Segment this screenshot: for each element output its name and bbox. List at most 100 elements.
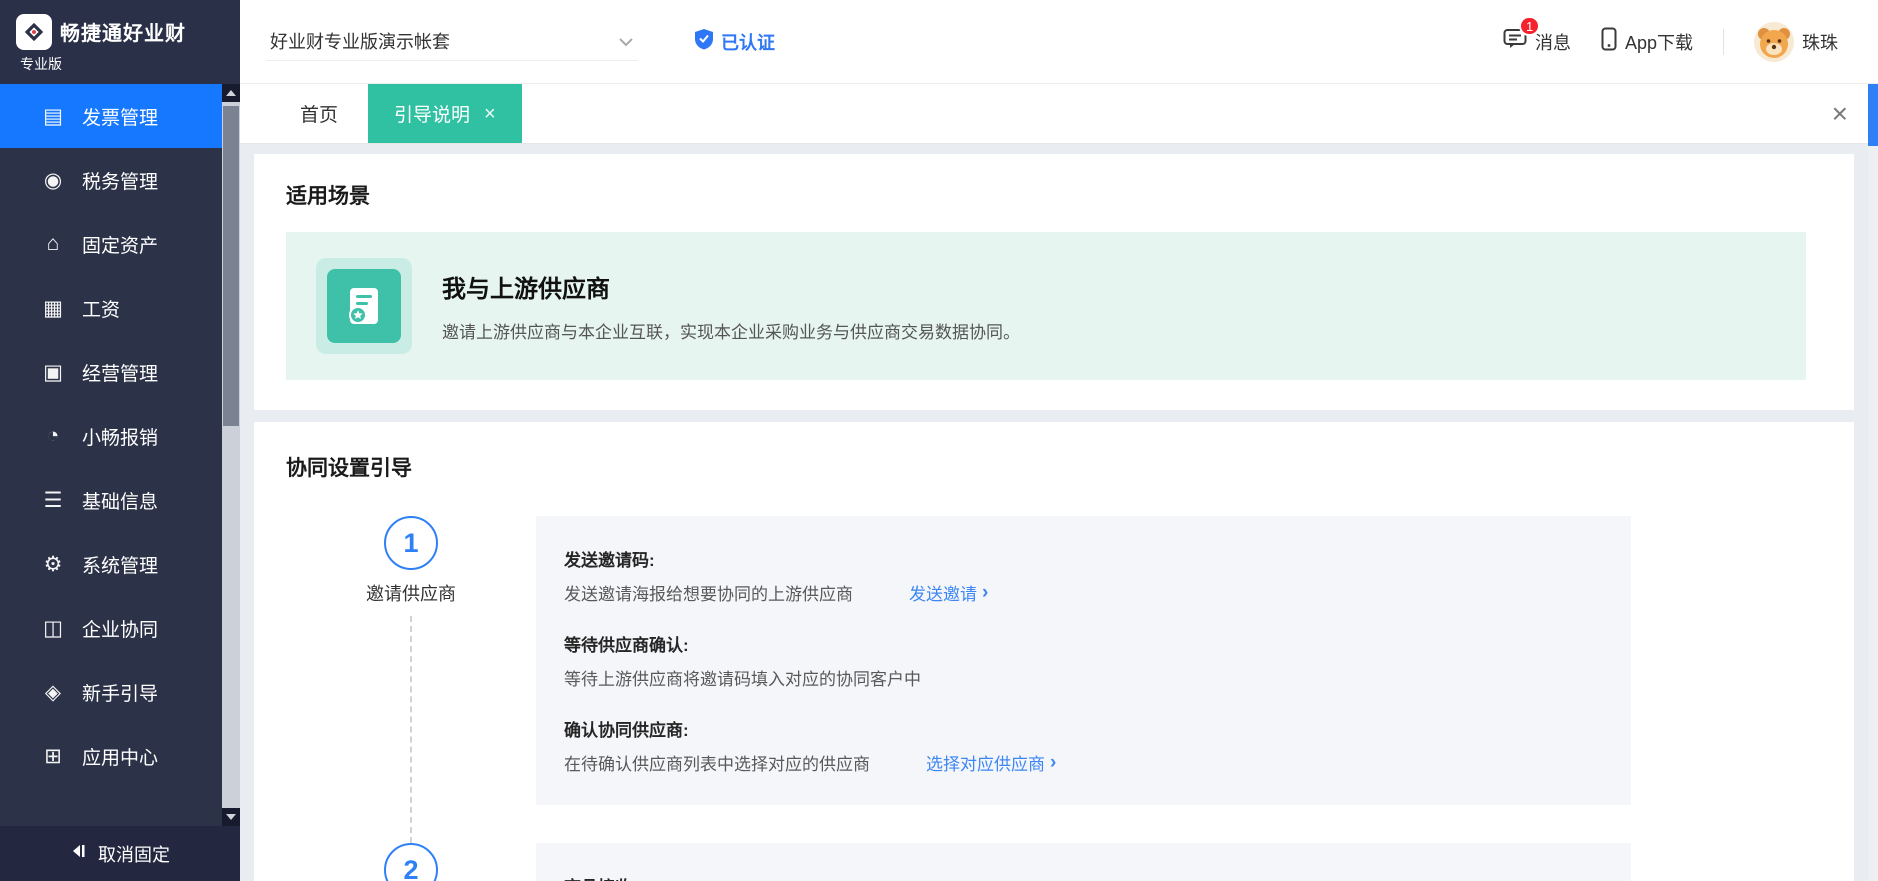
sidebar-item-invoice[interactable]: ▤ 发票管理	[0, 84, 240, 148]
step-item-body: 等待上游供应商将邀请码填入对应的协同客户中	[564, 670, 921, 689]
step-1-indicator: 1 邀请供应商	[286, 516, 536, 843]
sidebar-item-label: 经营管理	[82, 363, 159, 385]
sidebar-item-label: 系统管理	[82, 555, 159, 577]
tab-label: 首页	[300, 105, 339, 126]
account-name: 好业财专业版演示帐套	[270, 32, 450, 52]
app-download-button[interactable]: App下载	[1601, 27, 1693, 56]
sidebar-scrollbar-thumb[interactable]	[223, 106, 239, 426]
sidebar-item-basic-info[interactable]: ☰ 基础信息	[0, 468, 240, 532]
list-icon: ☰	[43, 488, 63, 512]
reimburse-icon: ◔	[46, 424, 60, 447]
topbar: 畅捷通好业财 专业版 好业财专业版演示帐套 已认证 1 消息 App下载 珠珠	[0, 0, 1878, 84]
sidebar: ▤ 发票管理 ◉ 税务管理 ⌂ 固定资产 ▦ 工资 ▣ 经营管理 ◔ 小畅报销	[0, 84, 240, 881]
app-logo: 畅捷通好业财 专业版	[0, 0, 240, 84]
step-item-body: 发送邀请海报给想要协同的上游供应商	[564, 585, 853, 604]
main-scrollbar[interactable]	[1868, 84, 1878, 881]
main-area: 首页 引导说明 × × 适用场景 我与上游供应商 邀请上游供应商与本企业互联，实…	[240, 84, 1878, 881]
sidebar-item-system-mgmt[interactable]: ⚙ 系统管理	[0, 532, 240, 596]
step-item-heading: 等待供应商确认:	[564, 636, 689, 655]
sidebar-item-tax[interactable]: ◉ 税务管理	[0, 148, 240, 212]
sidebar-item-label: 小畅报销	[82, 427, 159, 449]
section-title-guide: 协同设置引导	[286, 457, 412, 480]
user-name: 珠珠	[1802, 32, 1838, 53]
step-1-row: 1 邀请供应商 发送邀请码: 发送邀请海报给想要协同的上游供应商 发送邀请 › …	[286, 516, 1806, 843]
tab-label: 引导说明	[394, 105, 471, 126]
sidebar-item-newbie-guide[interactable]: ◈ 新手引导	[0, 660, 240, 724]
building-icon: ⌂	[46, 232, 60, 255]
step-item-heading: 确认协同供应商:	[564, 721, 689, 740]
step-2-card: 商品接收:	[536, 843, 1631, 881]
scenario-card: 适用场景 我与上游供应商 邀请上游供应商与本企业互联，实现本企业采购业务与供应商…	[254, 154, 1854, 410]
app-edition-label: 专业版	[20, 55, 62, 72]
step-item-heading: 发送邀请码:	[564, 551, 655, 570]
step-2-number: 2	[384, 843, 438, 881]
link-label: 发送邀请	[909, 585, 977, 604]
scroll-up-arrow[interactable]	[222, 84, 240, 102]
main-scrollbar-thumb[interactable]	[1868, 84, 1878, 146]
step-item-heading: 商品接收:	[564, 873, 1603, 881]
messages-label: 消息	[1534, 32, 1571, 53]
scroll-down-arrow[interactable]	[222, 808, 240, 826]
collab-icon: ◫	[43, 616, 63, 640]
tab-close-icon[interactable]: ×	[484, 104, 496, 124]
sidebar-nav: ▤ 发票管理 ◉ 税务管理 ⌂ 固定资产 ▦ 工资 ▣ 经营管理 ◔ 小畅报销	[0, 84, 240, 826]
step-item-confirm-supplier: 确认协同供应商: 在待确认供应商列表中选择对应的供应商 选择对应供应商 ›	[564, 716, 1603, 775]
unpin-icon	[70, 843, 88, 864]
sidebar-item-reimbursement[interactable]: ◔ 小畅报销	[0, 404, 240, 468]
sidebar-item-label: 发票管理	[82, 107, 159, 129]
app-title: 畅捷通好业财	[60, 23, 186, 45]
sidebar-item-label: 企业协同	[82, 619, 159, 641]
tab-guide[interactable]: 引导说明 ×	[368, 84, 522, 143]
avatar	[1754, 21, 1794, 62]
sidebar-item-label: 基础信息	[82, 491, 159, 513]
sidebar-item-enterprise-collab[interactable]: ◫ 企业协同	[0, 596, 240, 660]
chevron-down-icon	[618, 31, 634, 52]
tab-home[interactable]: 首页	[270, 84, 368, 143]
account-selector[interactable]: 好业财专业版演示帐套	[266, 22, 638, 61]
banner-description: 邀请上游供应商与本企业互联，实现本企业采购业务与供应商交易数据协同。	[442, 323, 1020, 342]
grid-icon: ⊞	[44, 744, 62, 768]
sidebar-item-business-mgmt[interactable]: ▣ 经营管理	[0, 340, 240, 404]
messages-button[interactable]: 1 消息	[1503, 16, 1571, 55]
invoice-icon: ▤	[43, 104, 63, 128]
step-item-body: 在待确认供应商列表中选择对应的供应商	[564, 755, 870, 774]
unpin-label: 取消固定	[98, 844, 170, 865]
choose-supplier-link[interactable]: 选择对应供应商 ›	[926, 750, 1056, 775]
phone-icon	[1601, 27, 1617, 56]
tax-icon: ◉	[43, 168, 63, 192]
scenario-banner: 我与上游供应商 邀请上游供应商与本企业互联，实现本企业采购业务与供应商交易数据协…	[286, 232, 1806, 380]
guide-steps: 1 邀请供应商 发送邀请码: 发送邀请海报给想要协同的上游供应商 发送邀请 › …	[286, 516, 1806, 881]
link-label: 选择对应供应商	[926, 755, 1045, 774]
unpin-sidebar-button[interactable]: 取消固定	[0, 826, 240, 881]
step-item-send-code: 发送邀请码: 发送邀请海报给想要协同的上游供应商 发送邀请 ›	[564, 546, 1603, 605]
chevron-right-icon: ›	[1050, 751, 1057, 773]
supplier-doc-iconbox	[316, 258, 412, 354]
verified-badge: 已认证	[694, 28, 775, 55]
sidebar-item-label: 新手引导	[82, 683, 159, 705]
close-icon[interactable]: ×	[1832, 99, 1848, 128]
sidebar-item-fixed-assets[interactable]: ⌂ 固定资产	[0, 212, 240, 276]
sidebar-item-app-center[interactable]: ⊞ 应用中心	[0, 724, 240, 788]
sidebar-item-label: 固定资产	[82, 235, 159, 257]
shield-icon	[694, 28, 714, 55]
sidebar-scrollbar[interactable]	[222, 84, 240, 826]
step-item-wait-confirm: 等待供应商确认: 等待上游供应商将邀请码填入对应的协同客户中	[564, 631, 1603, 690]
guide-icon: ◈	[44, 680, 62, 704]
chevron-right-icon: ›	[982, 581, 989, 603]
sidebar-item-salary[interactable]: ▦ 工资	[0, 276, 240, 340]
banner-title: 我与上游供应商	[442, 276, 610, 303]
app-logo-icon	[16, 13, 52, 50]
step-item-goods-receive: 商品接收:	[564, 873, 1603, 881]
sidebar-item-label: 工资	[82, 299, 121, 321]
clipboard-icon: ▣	[43, 360, 63, 384]
page-content: 适用场景 我与上游供应商 邀请上游供应商与本企业互联，实现本企业采购业务与供应商…	[240, 144, 1878, 881]
send-invite-link[interactable]: 发送邀请 ›	[909, 580, 988, 605]
topbar-divider	[1723, 28, 1724, 55]
messages-count-badge: 1	[1518, 16, 1541, 36]
banner-text: 我与上游供应商 邀请上游供应商与本企业互联，实现本企业采购业务与供应商交易数据协…	[442, 269, 1020, 343]
app-download-label: App下载	[1624, 32, 1693, 53]
step-1-label: 邀请供应商	[366, 584, 456, 604]
user-menu[interactable]: 珠珠	[1754, 21, 1838, 62]
section-title-scenario: 适用场景	[286, 185, 370, 208]
topbar-actions: 1 消息 App下载 珠珠	[1503, 16, 1878, 62]
